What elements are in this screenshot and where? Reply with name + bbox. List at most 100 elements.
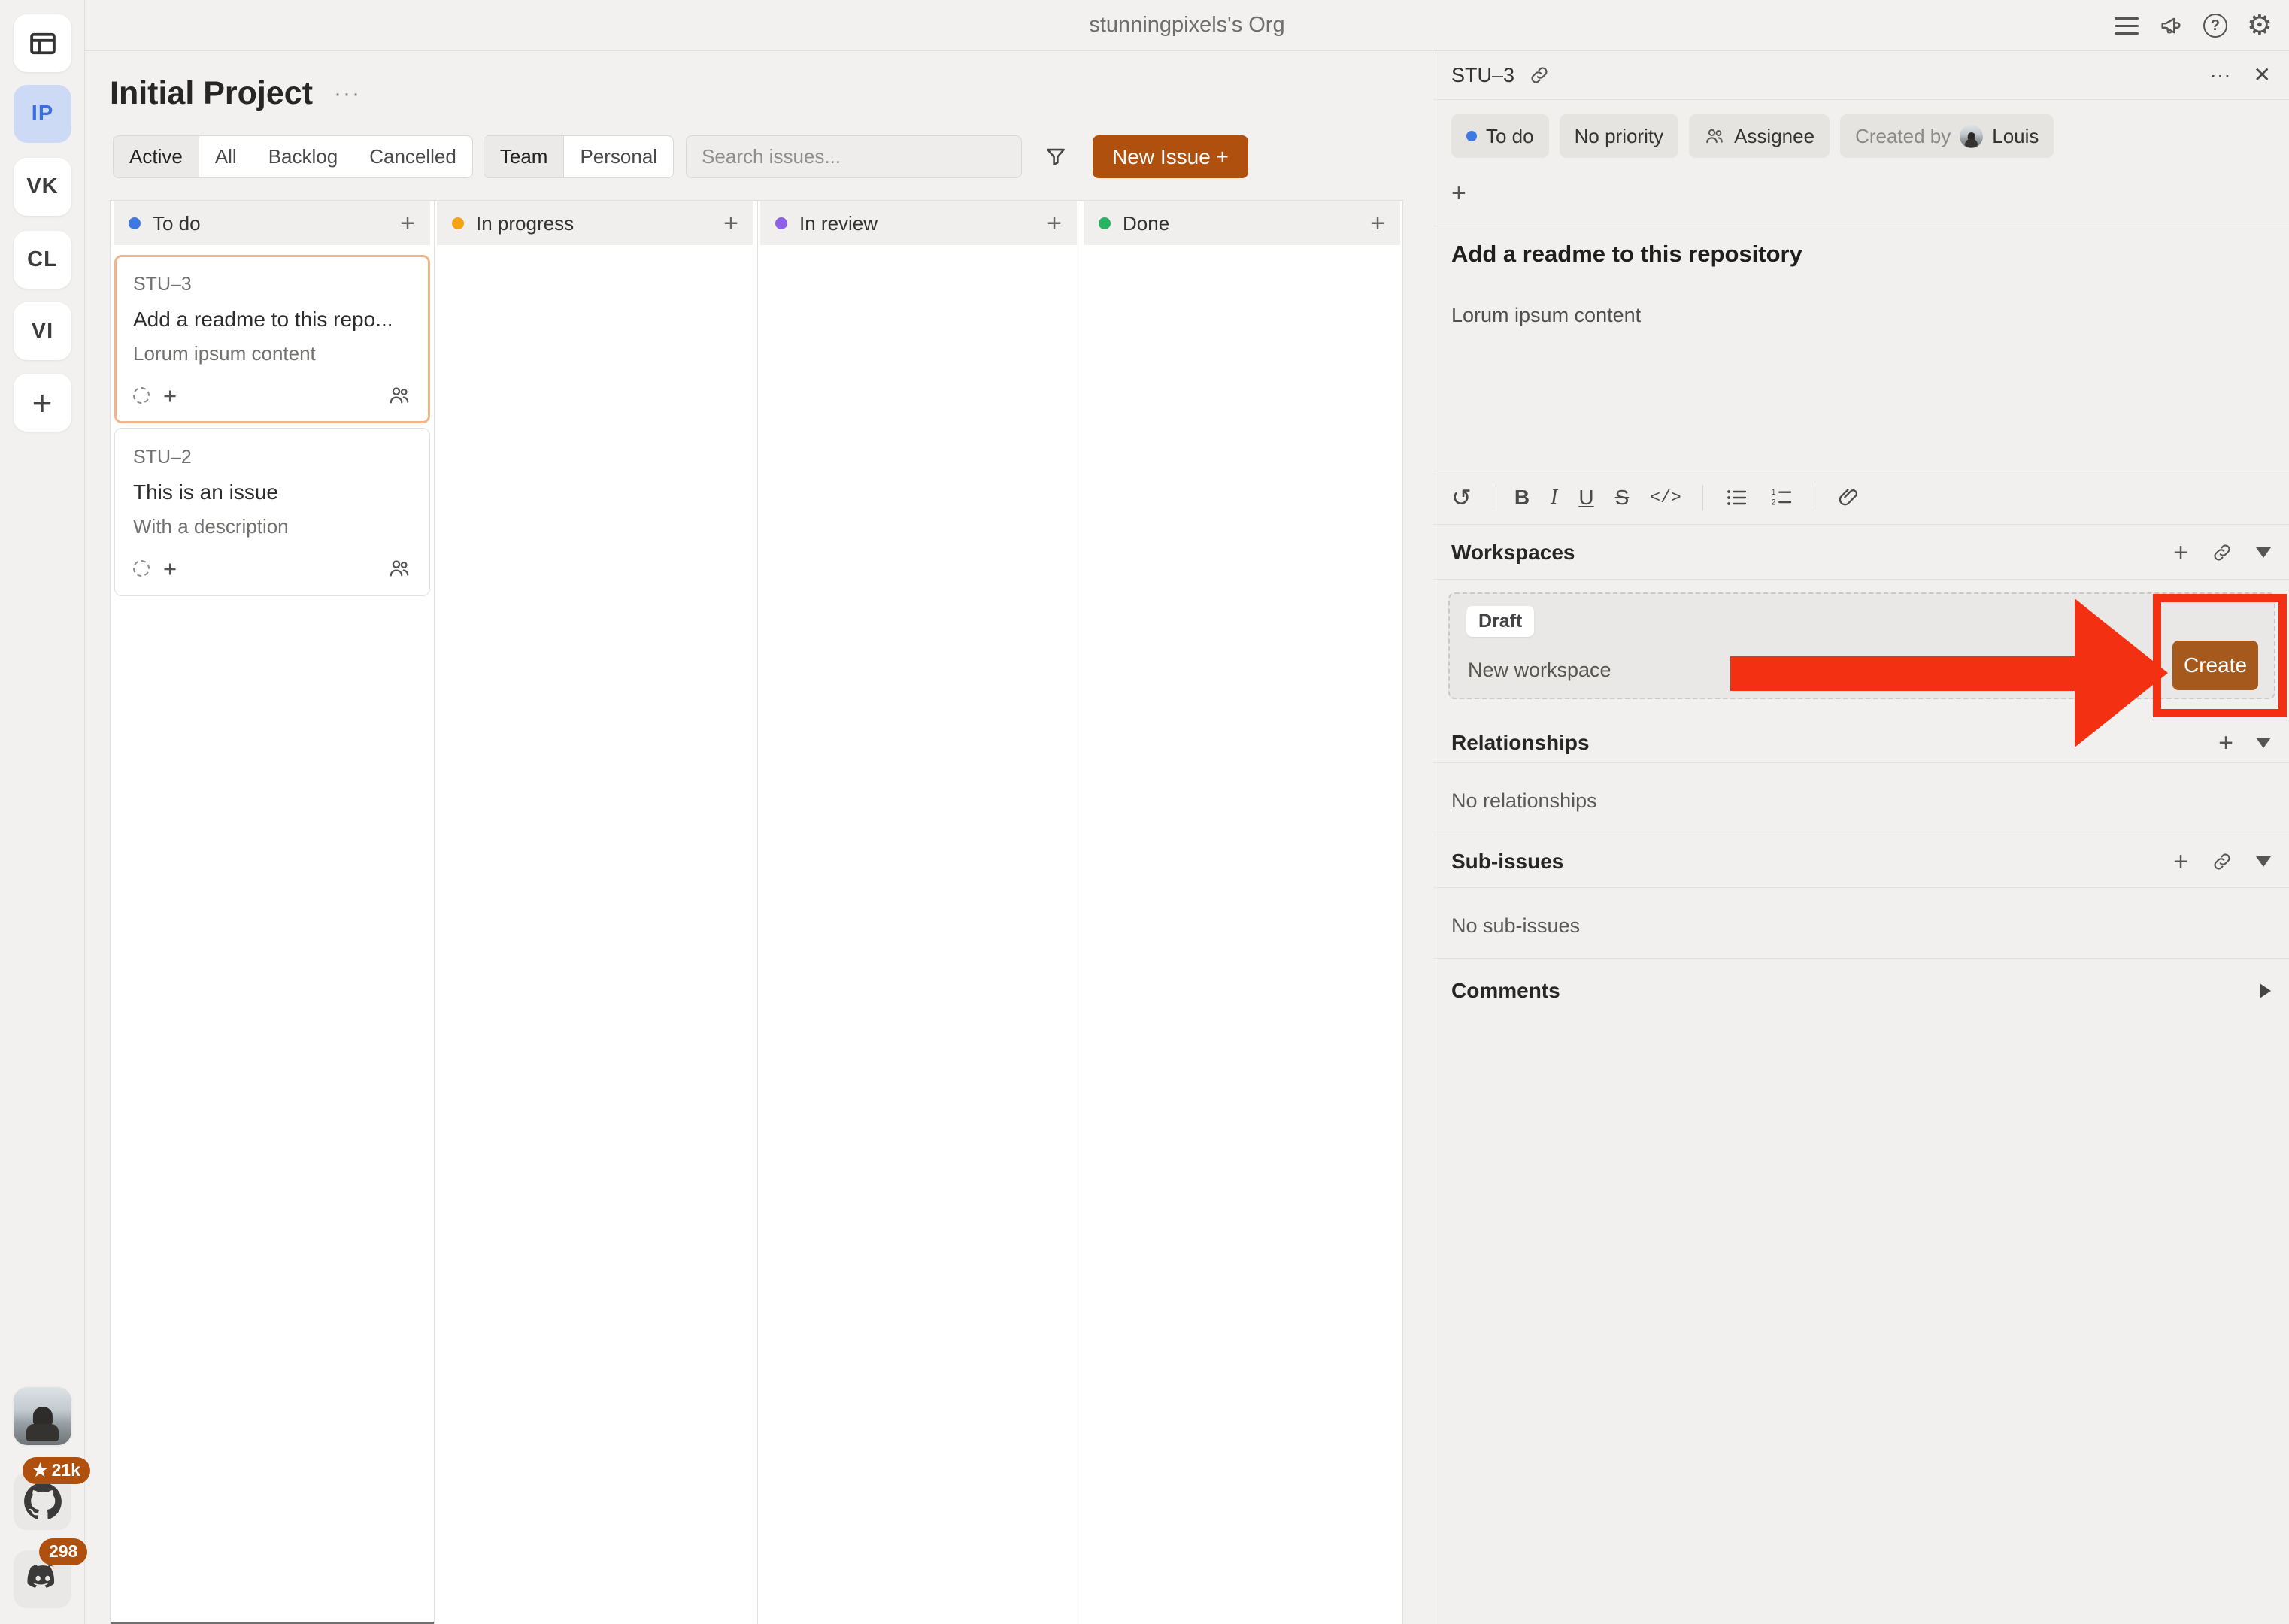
user-avatar[interactable] (14, 1387, 71, 1445)
attachment-icon[interactable] (1836, 486, 1860, 510)
announcements-icon[interactable] (2158, 13, 2184, 38)
workspace-tile-ip[interactable]: IP (14, 85, 71, 143)
settings-gear-icon[interactable]: ⚙ (2247, 11, 2272, 40)
column-header-todo: To do + (114, 201, 430, 245)
add-workspace-button[interactable]: + (14, 374, 71, 432)
bullet-list-icon[interactable] (1724, 486, 1748, 510)
code-button[interactable]: </> (1650, 489, 1681, 507)
issue-title: Add a readme to this repo... (133, 308, 411, 332)
bold-button[interactable]: B (1514, 487, 1530, 508)
people-icon (1704, 126, 1725, 147)
svg-text:2: 2 (1771, 498, 1775, 507)
help-icon[interactable]: ? (2203, 14, 2227, 38)
panel-close-icon[interactable]: ✕ (2254, 65, 2271, 86)
italic-button[interactable]: I (1551, 487, 1557, 508)
page-title: Initial Project (110, 75, 313, 112)
column-header-in-progress: In progress + (437, 201, 753, 245)
column-label: In progress (476, 212, 574, 235)
add-issue-done-button[interactable]: + (1370, 209, 1385, 238)
assignee-icon[interactable] (387, 383, 411, 408)
add-label-button[interactable]: + (163, 384, 177, 408)
org-title: stunningpixels's Org (1089, 13, 1284, 38)
create-workspace-button[interactable]: Create (2172, 641, 2258, 690)
add-issue-in-review-button[interactable]: + (1047, 209, 1062, 238)
filter-funnel-icon[interactable] (1043, 144, 1069, 170)
issue-description: With a description (133, 515, 411, 538)
scope-tabs: Team Personal (484, 135, 674, 178)
copy-link-icon[interactable] (1528, 64, 1551, 86)
created-by-badge[interactable]: Created by Louis (1840, 114, 2054, 158)
left-rail: IP VK CL VI + ★ 21k 298 (0, 0, 85, 1624)
column-header-done: Done + (1084, 201, 1400, 245)
tab-team[interactable]: Team (484, 136, 565, 177)
issue-id: STU–2 (133, 447, 411, 468)
draft-workspace-name[interactable]: New workspace (1468, 659, 1611, 682)
dashboard-icon-button[interactable] (14, 14, 71, 72)
creator-avatar (1960, 125, 1983, 148)
new-issue-button[interactable]: New Issue + (1093, 135, 1248, 178)
github-stars-badge: ★ 21k (23, 1457, 90, 1484)
draft-status-badge: Draft (1466, 606, 1534, 637)
search-input[interactable] (686, 135, 1022, 178)
tab-personal[interactable]: Personal (564, 136, 673, 177)
issue-card-stu-2[interactable]: STU–2 This is an issue With a descriptio… (114, 428, 430, 596)
relationships-section-header: Relationships + (1451, 722, 2271, 764)
issue-title[interactable]: Add a readme to this repository (1451, 241, 2271, 268)
project-more-icon[interactable]: ··· (334, 81, 361, 107)
workspace-tile-cl[interactable]: CL (14, 231, 71, 289)
panel-more-icon[interactable]: ··· (2210, 65, 2231, 86)
collapse-subissues-icon[interactable] (2256, 856, 2271, 867)
top-bar: stunningpixels's Org ? ⚙ (85, 0, 2289, 51)
numbered-list-icon[interactable]: 1 2 (1769, 486, 1793, 510)
panel-issue-id: STU–3 (1451, 64, 1514, 87)
add-issue-todo-button[interactable]: + (400, 209, 415, 238)
undo-icon[interactable]: ↺ (1451, 486, 1472, 510)
issue-id: STU–3 (133, 274, 411, 295)
board-controls: Active All Backlog Cancelled Team Person… (113, 135, 1248, 178)
status-dot (1466, 131, 1477, 141)
add-label-button[interactable]: + (163, 557, 177, 580)
app-root: IP VK CL VI + ★ 21k 298 stunningpixels's… (0, 0, 2289, 1624)
issue-description-text[interactable]: Lorum ipsum content (1451, 304, 2271, 327)
collapse-workspaces-icon[interactable] (2256, 547, 2271, 558)
status-dot-todo (129, 217, 141, 229)
strikethrough-button[interactable]: S (1615, 487, 1630, 508)
priority-icon[interactable] (133, 560, 150, 577)
tab-active[interactable]: Active (114, 136, 199, 177)
underline-button[interactable]: U (1578, 487, 1593, 508)
priority-badge[interactable]: No priority (1560, 114, 1678, 158)
panel-header: STU–3 ··· ✕ (1451, 51, 2271, 99)
menu-icon[interactable] (2115, 17, 2139, 35)
github-stars-count: 21k (52, 1460, 80, 1481)
workspace-tile-vk[interactable]: VK (14, 158, 71, 216)
add-workspace-icon[interactable]: + (2173, 540, 2188, 565)
assignee-badge[interactable]: Assignee (1689, 114, 1830, 158)
expand-comments-icon[interactable] (2260, 983, 2271, 998)
assignee-icon[interactable] (387, 556, 411, 580)
priority-icon[interactable] (133, 387, 150, 404)
collapse-relationships-icon[interactable] (2256, 738, 2271, 748)
discord-count-badge: 298 (39, 1538, 87, 1565)
issue-card-stu-3[interactable]: STU–3 Add a readme to this repo... Lorum… (114, 255, 430, 423)
link-workspace-icon[interactable] (2211, 541, 2233, 564)
relationships-empty-text: No relationships (1451, 789, 2271, 813)
discord-icon (23, 1564, 63, 1595)
column-label: In review (799, 212, 878, 235)
star-icon: ★ (32, 1460, 48, 1481)
add-issue-in-progress-button[interactable]: + (723, 209, 738, 238)
status-dot-done (1099, 217, 1111, 229)
add-relationship-icon[interactable]: + (2218, 730, 2233, 756)
svg-text:1: 1 (1771, 488, 1775, 497)
link-subissue-icon[interactable] (2211, 850, 2233, 873)
tab-all[interactable]: All (199, 136, 253, 177)
tab-backlog[interactable]: Backlog (253, 136, 354, 177)
issue-panel: STU–3 ··· ✕ To do No priority (1433, 51, 2289, 1624)
status-badge[interactable]: To do (1451, 114, 1549, 158)
github-icon (23, 1482, 62, 1521)
issue-title: This is an issue (133, 480, 411, 504)
add-subissue-icon[interactable]: + (2173, 849, 2188, 874)
workspaces-section-header: Workspaces + (1451, 526, 2271, 579)
add-attribute-button[interactable]: + (1451, 180, 2271, 206)
tab-cancelled[interactable]: Cancelled (353, 136, 472, 177)
workspace-tile-vi[interactable]: VI (14, 302, 71, 360)
